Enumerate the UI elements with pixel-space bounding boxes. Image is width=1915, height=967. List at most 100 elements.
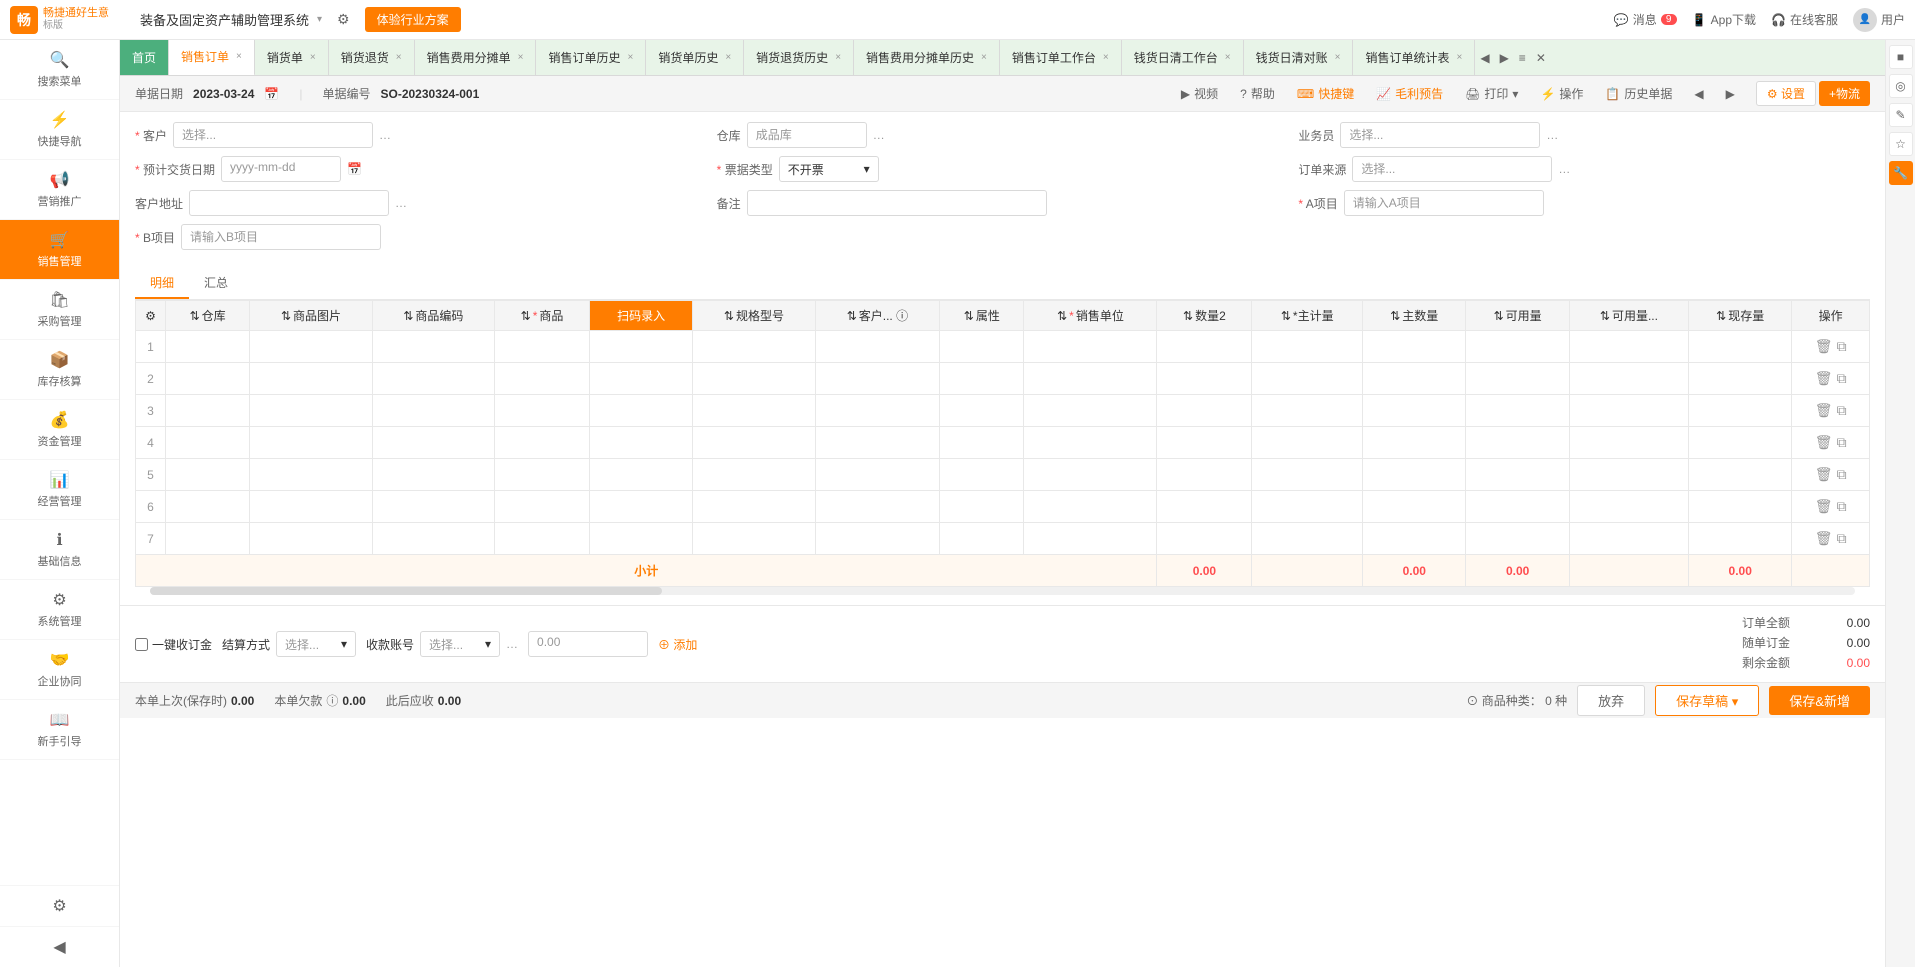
row-warehouse[interactable] [166,491,250,523]
row-main-unit[interactable] [1252,395,1363,427]
row-warehouse[interactable] [166,363,250,395]
invoice-type-select[interactable]: 不开票 ▾ [779,156,879,182]
current-order-info-icon[interactable]: ⓘ [326,692,338,709]
row-attribute[interactable] [940,491,1024,523]
online-service-btn[interactable]: 🎧 在线客服 [1771,11,1838,28]
row-available[interactable] [1466,331,1569,363]
row-available[interactable] [1466,427,1569,459]
row-customer-code[interactable] [815,331,940,363]
app-download-btn[interactable]: 📱 App下载 [1692,11,1756,28]
row-product[interactable] [495,331,590,363]
row-attribute[interactable] [940,459,1024,491]
row-qty2[interactable] [1157,459,1252,491]
tab-close-sales-order[interactable]: × [236,51,242,62]
row-copy-btn[interactable]: ⧉ [1837,402,1847,419]
save-new-btn[interactable]: 保存&新增 [1769,686,1870,715]
tab-sales-return-history[interactable]: 销货退货历史 × [744,40,854,76]
user-btn[interactable]: 👤 用户 [1853,8,1905,32]
tab-sales-return[interactable]: 销货退货 × [329,40,415,76]
row-copy-btn[interactable]: ⧉ [1837,370,1847,387]
col-sales-unit[interactable]: ⇅*销售单位 [1024,301,1157,331]
row-main-qty[interactable] [1363,427,1466,459]
row-customer-code[interactable] [815,523,940,555]
row-available2[interactable] [1569,331,1688,363]
col-available[interactable]: ⇅可用量 [1466,301,1569,331]
row-attribute[interactable] [940,395,1024,427]
tab-close-sales-expense[interactable]: × [518,52,524,63]
customer-more-btn[interactable]: … [379,128,391,142]
discard-btn[interactable]: 放弃 [1577,685,1645,716]
row-sales-unit[interactable] [1024,491,1157,523]
row-delete-btn[interactable]: 🗑 [1815,498,1833,515]
tab-close-sales-return[interactable]: × [396,52,402,63]
row-warehouse[interactable] [166,523,250,555]
rs-icon-5[interactable]: 🔧 [1889,161,1913,185]
col-main-unit[interactable]: ⇅*主计量 [1252,301,1363,331]
tab-summary[interactable]: 汇总 [189,268,243,299]
row-main-qty[interactable] [1363,491,1466,523]
salesperson-more-btn[interactable]: … [1546,128,1558,142]
row-product[interactable] [495,459,590,491]
print-btn[interactable]: 🖨 打印 ▾ [1459,82,1524,105]
save-draft-dropdown-icon[interactable]: ▾ [1732,694,1739,709]
row-available[interactable] [1466,523,1569,555]
tab-close-sales-invoice-history[interactable]: × [725,52,731,63]
industry-btn[interactable]: 体验行业方案 [365,7,461,32]
amount-input[interactable]: 0.00 [528,631,648,657]
row-available2[interactable] [1569,491,1688,523]
row-product[interactable] [495,395,590,427]
row-warehouse[interactable] [166,427,250,459]
row-stock[interactable] [1689,395,1792,427]
b-project-input[interactable]: 请输入B项目 [181,224,381,250]
row-copy-btn[interactable]: ⧉ [1837,466,1847,483]
row-sales-unit[interactable] [1024,331,1157,363]
row-available[interactable] [1466,459,1569,491]
row-main-qty[interactable] [1363,363,1466,395]
row-delete-btn[interactable]: 🗑 [1815,466,1833,483]
row-qty2[interactable] [1157,395,1252,427]
sidebar-item-purchase[interactable]: 🛍 采购管理 [0,280,119,340]
row-spec[interactable] [693,459,815,491]
one-click-order-checkbox[interactable]: 一键收订金 [135,636,212,653]
col-main-qty[interactable]: ⇅主数量 [1363,301,1466,331]
tab-close-sales-return-history[interactable]: × [835,52,841,63]
row-delete-btn[interactable]: 🗑 [1815,530,1833,547]
settlement-select[interactable]: 选择... ▾ [276,631,356,657]
tab-close-sales-stats[interactable]: × [1456,52,1462,63]
customer-address-input[interactable] [189,190,389,216]
row-stock[interactable] [1689,491,1792,523]
tab-close-daily-workbench[interactable]: × [1225,52,1231,63]
tab-close-daily-reconcile[interactable]: × [1335,52,1341,63]
row-main-unit[interactable] [1252,491,1363,523]
sidebar-bottom-settings[interactable]: ⚙ [0,885,119,926]
sidebar-item-sales[interactable]: 🛒 销售管理 [0,220,119,280]
row-sales-unit[interactable] [1024,363,1157,395]
remark-input[interactable] [747,190,1047,216]
row-code[interactable] [372,459,494,491]
rs-icon-4[interactable]: ☆ [1889,132,1913,156]
col-attribute[interactable]: ⇅属性 [940,301,1024,331]
row-customer-code[interactable] [815,491,940,523]
row-available2[interactable] [1569,395,1688,427]
row-main-qty[interactable] [1363,395,1466,427]
col-stock[interactable]: ⇅现存量 [1689,301,1792,331]
rs-icon-1[interactable]: ■ [1889,45,1913,69]
col-customer-code[interactable]: ⇅客户... ⓘ [815,301,940,331]
sidebar-item-inventory[interactable]: 📦 库存核算 [0,340,119,400]
tab-sales-stats[interactable]: 销售订单统计表 × [1353,40,1475,76]
row-qty2[interactable] [1157,331,1252,363]
tab-close-sales-expense-history[interactable]: × [981,52,987,63]
salesperson-input[interactable]: 选择... [1340,122,1540,148]
sidebar-item-guide[interactable]: 📖 新手引导 [0,700,119,760]
row-copy-btn[interactable]: ⧉ [1837,498,1847,515]
profit-btn[interactable]: 📈 毛利预告 [1370,82,1449,105]
save-draft-btn[interactable]: 保存草稿 ▾ [1655,685,1759,716]
row-code[interactable] [372,363,494,395]
row-delete-btn[interactable]: 🗑 [1815,402,1833,419]
tab-daily-workbench[interactable]: 钱货日清工作台 × [1122,40,1244,76]
tab-home[interactable]: 首页 [120,40,169,76]
date-picker-icon[interactable]: 📅 [347,162,362,176]
row-available[interactable] [1466,491,1569,523]
print-dropdown-icon[interactable]: ▾ [1512,87,1518,101]
row-stock[interactable] [1689,331,1792,363]
